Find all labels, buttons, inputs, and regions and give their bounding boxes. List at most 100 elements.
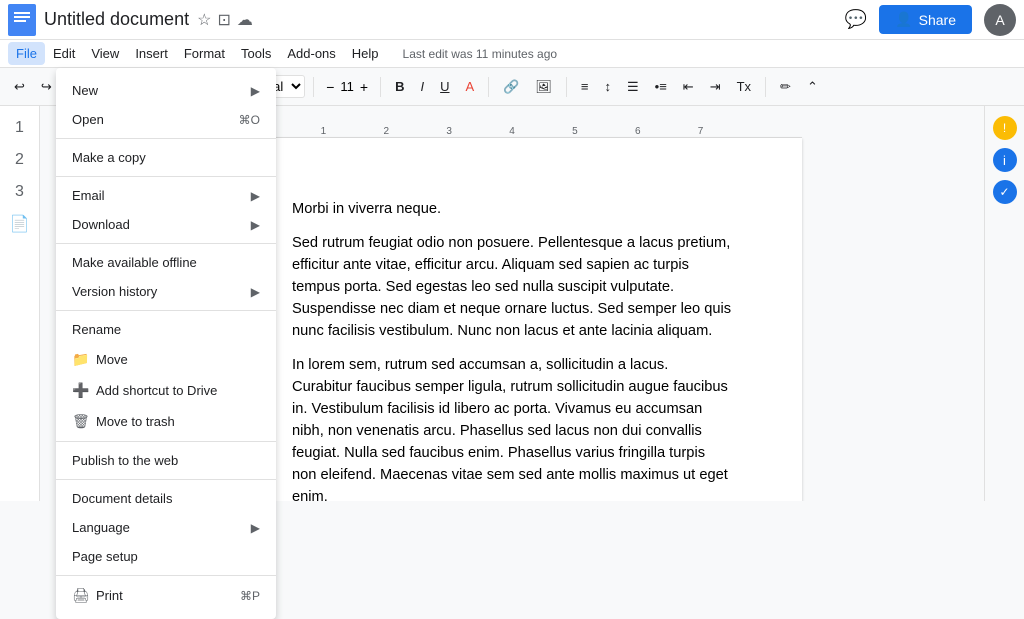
star-icon[interactable]: ☆ <box>197 10 211 30</box>
dd-item-move-trash[interactable]: 🗑 Move to trash <box>56 406 276 437</box>
new-label: New <box>72 83 98 98</box>
indent-decrease[interactable]: ⇤ <box>677 76 700 98</box>
info-icon[interactable]: i <box>993 148 1017 172</box>
image-button[interactable]: 🖼 <box>529 76 558 98</box>
doc-page: Morbi in viverra neque. Sed rutrum feugi… <box>222 138 802 501</box>
dd-item-make-copy[interactable]: Make a copy <box>56 143 276 172</box>
doc-paragraph-2[interactable]: Sed rutrum feugiat odio non posuere. Pel… <box>292 232 732 342</box>
top-bar-right: 💬 👤 Share A <box>845 4 1016 36</box>
toolbar-divider-6 <box>566 77 567 97</box>
comment-button[interactable]: 💬 <box>845 9 867 30</box>
dd-item-move[interactable]: 📁 Move <box>56 344 276 375</box>
menu-item-file[interactable]: File <box>8 42 45 65</box>
rename-label: Rename <box>72 322 121 337</box>
dd-item-email[interactable]: Email ▶ <box>56 181 276 210</box>
menu-item-format[interactable]: Format <box>176 42 233 65</box>
print-shortcut: ⌘P <box>240 589 260 603</box>
trash-icon: 🗑 <box>72 413 88 430</box>
dd-item-version-history[interactable]: Version history ▶ <box>56 277 276 306</box>
language-arrow: ▶ <box>251 521 260 535</box>
align-button[interactable]: ≡ <box>575 76 595 97</box>
page-setup-label: Page setup <box>72 549 138 564</box>
new-arrow: ▶ <box>251 84 260 98</box>
version-history-arrow: ▶ <box>251 285 260 299</box>
italic-button[interactable]: I <box>415 76 431 97</box>
email-label: Email <box>72 188 105 203</box>
right-sidebar: ! i ✓ <box>984 106 1024 501</box>
sidebar-icon-1: 1 <box>8 116 32 140</box>
menu-item-help[interactable]: Help <box>344 42 387 65</box>
dropdown-section-7: Document details Language ▶ Page setup <box>56 480 276 576</box>
menu-item-tools[interactable]: Tools <box>233 42 279 65</box>
undo-button[interactable]: ↩ <box>8 76 31 98</box>
download-arrow: ▶ <box>251 218 260 232</box>
dropdown-section-3: Email ▶ Download ▶ <box>56 177 276 244</box>
dd-item-offline[interactable]: Make available offline <box>56 248 276 277</box>
dd-item-page-setup[interactable]: Page setup <box>56 542 276 571</box>
dd-item-open[interactable]: Open ⌘O <box>56 105 276 134</box>
dropdown-section-1: New ▶ Open ⌘O <box>56 72 276 139</box>
pen-button[interactable]: ✏ <box>774 76 797 98</box>
toolbar-divider-3 <box>313 77 314 97</box>
font-size-increase[interactable]: + <box>356 79 372 95</box>
dropdown-section-6: Publish to the web <box>56 442 276 480</box>
menu-item-insert[interactable]: Insert <box>127 42 176 65</box>
page-icon[interactable]: 📄 <box>8 212 32 236</box>
cloud-icon[interactable]: ☁ <box>237 10 253 30</box>
version-history-label: Version history <box>72 284 157 299</box>
list-button[interactable]: ☰ <box>621 76 645 98</box>
underline-button[interactable]: U <box>434 76 455 97</box>
move-label: Move <box>96 352 128 367</box>
font-size-value: 11 <box>340 79 354 94</box>
open-label: Open <box>72 112 104 127</box>
clear-format-button[interactable]: Tx <box>731 76 757 97</box>
email-arrow: ▶ <box>251 189 260 203</box>
dd-item-publish[interactable]: Publish to the web <box>56 446 276 475</box>
menu-item-view[interactable]: View <box>83 42 127 65</box>
dd-item-add-shortcut[interactable]: ➕ Add shortcut to Drive <box>56 375 276 406</box>
language-label: Language <box>72 520 130 535</box>
dd-item-download[interactable]: Download ▶ <box>56 210 276 239</box>
avatar[interactable]: A <box>984 4 1016 36</box>
dd-item-language[interactable]: Language ▶ <box>56 513 276 542</box>
bold-button[interactable]: B <box>389 76 410 97</box>
text-color-button[interactable]: A <box>460 76 481 97</box>
menu-item-edit[interactable]: Edit <box>45 42 83 65</box>
dd-item-new[interactable]: New ▶ <box>56 76 276 105</box>
print-label: Print <box>96 588 123 603</box>
left-sidebar: 1 2 3 📄 <box>0 106 40 501</box>
doc-title[interactable]: Untitled document <box>44 9 189 30</box>
share-button[interactable]: 👤 Share <box>879 5 972 34</box>
menu-item-addons[interactable]: Add-ons <box>279 42 343 65</box>
doc-details-label: Document details <box>72 491 172 506</box>
make-copy-label: Make a copy <box>72 150 146 165</box>
move-folder-icon: 📁 <box>72 351 88 368</box>
link-button[interactable]: 🔗 <box>497 76 525 98</box>
line-spacing-button[interactable]: ↕ <box>598 76 617 97</box>
folder-icon[interactable]: ⊡ <box>217 10 230 30</box>
move-trash-label: Move to trash <box>96 414 175 429</box>
expand-button[interactable]: ⌃ <box>801 76 824 98</box>
title-icons: ☆ ⊡ ☁ <box>197 10 253 30</box>
offline-label: Make available offline <box>72 255 197 270</box>
sidebar-icon-2: 2 <box>8 148 32 172</box>
doc-paragraph-1[interactable]: Morbi in viverra neque. <box>292 198 732 220</box>
dd-item-print[interactable]: 🖨 Print ⌘P <box>56 580 276 611</box>
add-shortcut-label: Add shortcut to Drive <box>96 383 217 398</box>
check-icon[interactable]: ✓ <box>993 180 1017 204</box>
indent-increase[interactable]: ⇥ <box>704 76 727 98</box>
ruler: 1 2 3 4 5 6 7 <box>222 126 802 138</box>
open-shortcut: ⌘O <box>239 113 260 127</box>
notification-icon[interactable]: ! <box>993 116 1017 140</box>
doc-paragraph-3[interactable]: In lorem sem, rutrum sed accumsan a, sol… <box>292 354 732 501</box>
font-size-decrease[interactable]: − <box>322 79 338 95</box>
dropdown-section-2: Make a copy <box>56 139 276 177</box>
bullet-button[interactable]: •≡ <box>649 76 673 97</box>
dropdown-section-8: 🖨 Print ⌘P <box>56 576 276 615</box>
dd-item-doc-details[interactable]: Document details <box>56 484 276 513</box>
menu-bar: File Edit View Insert Format Tools Add-o… <box>0 40 1024 68</box>
redo-button[interactable]: ↪ <box>35 76 58 98</box>
share-icon: 👤 <box>895 11 912 28</box>
last-edit-label: Last edit was 11 minutes ago <box>403 47 558 61</box>
dd-item-rename[interactable]: Rename <box>56 315 276 344</box>
